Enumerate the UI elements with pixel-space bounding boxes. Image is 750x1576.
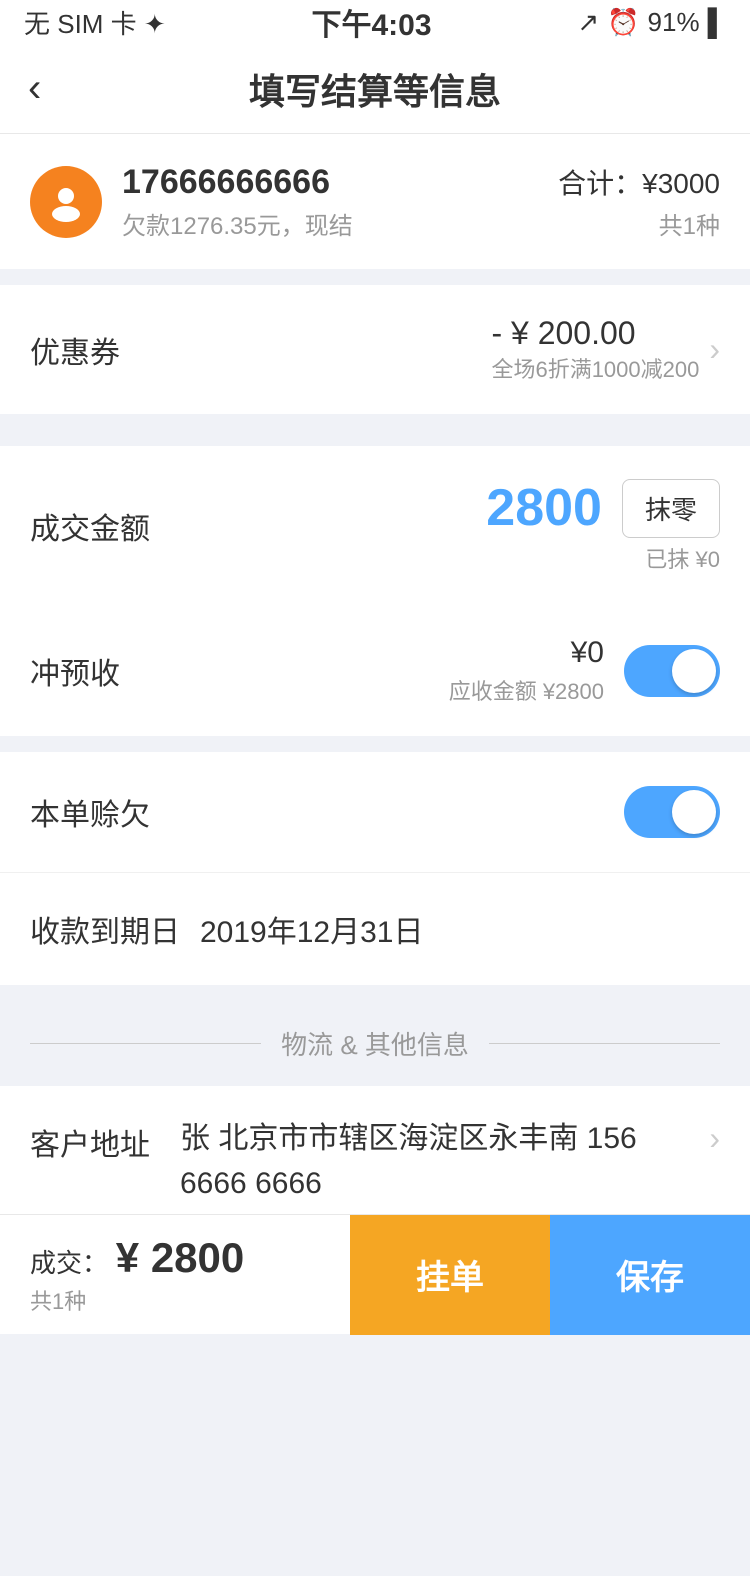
logistics-header: 物流 & 其他信息 xyxy=(0,1001,750,1086)
status-right: ↗ ⏰ 91% ▌ xyxy=(577,7,726,38)
status-time: 下午4:03 xyxy=(312,0,432,44)
deal-sub-text: 已抹 ¥0 xyxy=(486,542,720,574)
prepay-toggle[interactable] xyxy=(624,645,720,697)
customer-card: 17666666666 欠款1276.35元，现结 合计：¥3000 共1种 xyxy=(0,134,750,269)
nav-bar: ‹ 填写结算等信息 xyxy=(0,44,750,134)
customer-right: 合计：¥3000 共1种 xyxy=(558,162,720,241)
due-date-label: 收款到期日 xyxy=(30,907,180,951)
status-left: 无 SIM 卡 ✦ xyxy=(24,4,166,41)
content-area: 17666666666 欠款1276.35元，现结 合计：¥3000 共1种 优… xyxy=(0,134,750,1576)
deal-amount-value: 2800 xyxy=(486,478,602,538)
due-date-row: 收款到期日 2019年12月31日 xyxy=(0,873,750,985)
debt-order-label: 本单赊欠 xyxy=(30,790,150,834)
prepay-right: ¥0 应收金额 ¥2800 xyxy=(449,636,720,706)
deal-amount-row: 成交金额 2800 抹零 已抹 ¥0 xyxy=(30,446,720,606)
due-date-value: 2019年12月31日 xyxy=(200,907,423,951)
customer-phone: 17666666666 xyxy=(122,163,353,202)
coupon-amount: - ¥ 200.00 xyxy=(491,315,699,352)
battery-icon: ▌ xyxy=(708,7,726,38)
prepay-row: 冲预收 ¥0 应收金额 ¥2800 xyxy=(0,606,750,736)
location-icon: ↗ xyxy=(577,7,599,38)
deal-amount-right: 2800 抹零 xyxy=(486,478,720,538)
bottom-deal-label: 成交： xyxy=(30,1248,108,1278)
coupon-right: - ¥ 200.00 全场6折满1000减200 › xyxy=(491,315,720,384)
round-zero-button[interactable]: 抹零 xyxy=(622,479,720,538)
bottom-bar: 成交： ¥ 2800 共1种 挂单 保存 xyxy=(0,1214,750,1334)
logistics-line-left xyxy=(30,1043,261,1044)
coupon-info: - ¥ 200.00 全场6折满1000减200 xyxy=(491,315,699,384)
logistics-header-text: 物流 & 其他信息 xyxy=(261,1025,489,1062)
bottom-deal-amount: ¥ 2800 xyxy=(116,1234,244,1281)
page-title: 填写结算等信息 xyxy=(249,63,501,115)
address-value: 张 北京市市辖区海淀区永丰南 156 6666 6666 xyxy=(180,1116,699,1206)
hold-button[interactable]: 挂单 xyxy=(350,1215,550,1335)
deal-section: 成交金额 2800 抹零 已抹 ¥0 xyxy=(0,446,750,606)
user-avatar-icon xyxy=(46,182,86,222)
prepay-sub: 应收金额 ¥2800 xyxy=(449,674,604,706)
save-button[interactable]: 保存 xyxy=(550,1215,750,1335)
bottom-deal-row: 成交： ¥ 2800 xyxy=(30,1234,320,1282)
debt-order-row: 本单赊欠 xyxy=(0,752,750,872)
prepay-amount-col: ¥0 应收金额 ¥2800 xyxy=(449,636,604,706)
customer-debt: 欠款1276.35元，现结 xyxy=(122,206,353,241)
logistics-line-right xyxy=(489,1043,720,1044)
debt-order-toggle[interactable] xyxy=(624,786,720,838)
deal-amount-label: 成交金额 xyxy=(30,504,150,548)
chevron-right-icon: › xyxy=(709,331,720,368)
status-bar: 无 SIM 卡 ✦ 下午4:03 ↗ ⏰ 91% ▌ xyxy=(0,0,750,44)
battery-level: 91% xyxy=(648,7,700,38)
divider-section xyxy=(0,985,750,1001)
customer-left: 17666666666 欠款1276.35元，现结 xyxy=(30,163,353,241)
deal-amount-right-area: 2800 抹零 已抹 ¥0 xyxy=(486,478,720,574)
prepay-amount: ¥0 xyxy=(449,636,604,670)
toggle-knob xyxy=(672,649,716,693)
separator-2 xyxy=(0,736,750,752)
customer-info: 17666666666 欠款1276.35元，现结 xyxy=(122,163,353,241)
separator-1 xyxy=(0,430,750,446)
avatar xyxy=(30,166,102,238)
coupon-label: 优惠券 xyxy=(30,328,120,372)
back-button[interactable]: ‹ xyxy=(28,66,41,111)
bottom-summary: 成交： ¥ 2800 共1种 xyxy=(0,1234,350,1316)
coupon-desc: 全场6折满1000减200 xyxy=(491,352,699,384)
debt-toggle-knob xyxy=(672,790,716,834)
coupon-row[interactable]: 优惠券 - ¥ 200.00 全场6折满1000减200 › xyxy=(0,285,750,414)
address-chevron-icon: › xyxy=(709,1116,720,1157)
prepay-label: 冲预收 xyxy=(30,649,120,693)
sim-status: 无 SIM 卡 ✦ xyxy=(24,4,166,41)
total-label: 合计：¥3000 xyxy=(558,162,720,202)
total-count: 共1种 xyxy=(558,206,720,241)
alarm-icon: ⏰ xyxy=(607,7,639,38)
bottom-count: 共1种 xyxy=(30,1284,320,1316)
address-label: 客户地址 xyxy=(30,1116,150,1164)
